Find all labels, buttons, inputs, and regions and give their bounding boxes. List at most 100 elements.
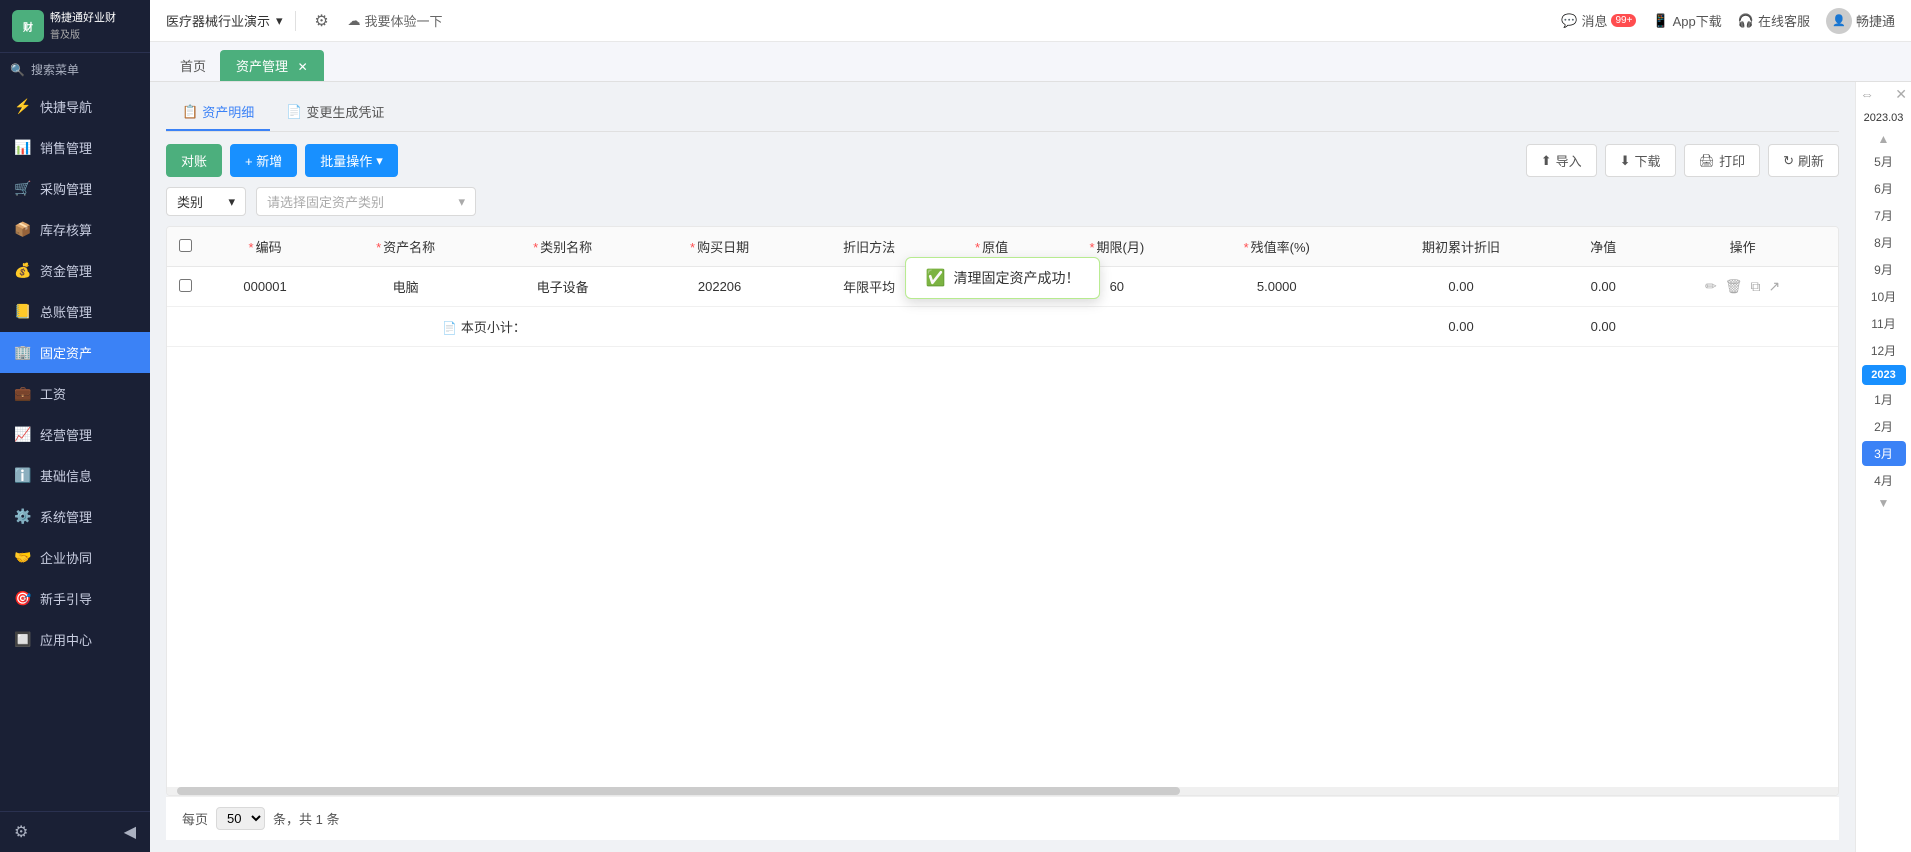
sidebar-item-label: 固定资产	[40, 343, 92, 362]
cell-residual-rate: 5.0000	[1191, 267, 1363, 307]
app-download-button[interactable]: 📱 App下载	[1652, 11, 1721, 30]
col-net-value: 净值	[1559, 227, 1647, 267]
cell-action: ✏ 🗑 ⧉ ↗	[1647, 267, 1838, 307]
edit-icon[interactable]: ✏	[1705, 278, 1717, 295]
right-sidebar: ✕ ⇔ 2023.03 ▲ 5月 6月 7月 8月 9月 10月 11月 12月…	[1855, 82, 1911, 852]
horizontal-scrollbar[interactable]	[167, 787, 1838, 795]
calendar-scroll-down[interactable]: ▼	[1876, 494, 1892, 512]
settings-icon[interactable]: ⚙	[14, 822, 28, 842]
select-all-checkbox[interactable]	[179, 239, 192, 252]
add-new-button[interactable]: + 新增	[230, 144, 297, 177]
search-menu[interactable]: 🔍 搜索菜单	[0, 53, 150, 86]
sidebar-item-funds[interactable]: 💰 资金管理	[0, 250, 150, 291]
category-select[interactable]: 类别 ▾	[166, 187, 246, 216]
sidebar-item-sales[interactable]: 📊 销售管理	[0, 127, 150, 168]
ledger-icon: 📒	[14, 303, 32, 321]
tab-home[interactable]: 首页	[166, 50, 220, 81]
sub-tab-asset-detail[interactable]: 📋 资产明细	[166, 94, 270, 131]
row-checkbox-cell[interactable]	[167, 267, 203, 307]
cell-net-value: 0.00	[1559, 267, 1647, 307]
cal-year-2023[interactable]: 2023	[1862, 365, 1906, 385]
download-btn-icon: ⬇	[1620, 153, 1631, 169]
cell-name: 电脑	[327, 267, 484, 307]
sidebar-item-operations[interactable]: 📈 经营管理	[0, 414, 150, 455]
toolbar: 对账 + 新增 批量操作 ▾ ⬆ 导入 ⬇ 下载 🖨	[166, 144, 1839, 177]
reconcile-button[interactable]: 对账	[166, 144, 222, 177]
select-all-header[interactable]	[167, 227, 203, 267]
cal-month-5[interactable]: 5月	[1862, 149, 1906, 174]
tab-asset-management[interactable]: 资产管理 ✕	[220, 50, 324, 81]
system-icon: ⚙️	[14, 508, 32, 526]
cal-month-4[interactable]: 4月	[1862, 468, 1906, 493]
purchase-icon: 🛒	[14, 180, 32, 198]
online-service-button[interactable]: 🎧 在线客服	[1738, 11, 1810, 30]
sub-tabs: 📋 资产明细 📄 变更生成凭证	[166, 94, 1839, 132]
username: 畅捷通	[1856, 11, 1895, 30]
col-action: 操作	[1647, 227, 1838, 267]
sidebar-item-inventory[interactable]: 📦 库存核算	[0, 209, 150, 250]
cal-month-6[interactable]: 6月	[1862, 176, 1906, 201]
cal-month-9[interactable]: 9月	[1862, 257, 1906, 282]
delete-icon[interactable]: 🗑	[1725, 278, 1743, 295]
message-icon: 💬	[1561, 13, 1577, 29]
app-download-label: App下载	[1673, 11, 1722, 30]
app-name: 畅捷通好业财	[50, 11, 116, 25]
cal-month-3-current[interactable]: 3月	[1862, 441, 1906, 466]
sales-icon: 📊	[14, 139, 32, 157]
settings-button[interactable]: ⚙	[308, 7, 336, 35]
sidebar-item-guide[interactable]: 🎯 新手引导	[0, 578, 150, 619]
cal-month-7[interactable]: 7月	[1862, 203, 1906, 228]
search-menu-label: 搜索菜单	[31, 61, 79, 78]
sidebar-item-quick-nav[interactable]: ⚡ 快捷导航	[0, 86, 150, 127]
table-container: ✅ 清理固定资产成功！ *编码 *资产名称 *类别名称 *购买日期	[166, 226, 1839, 796]
company-selector[interactable]: 医疗器械行业演示 ▾	[166, 11, 283, 30]
per-page-select[interactable]: 50	[216, 807, 265, 830]
subtotal-label: 📄 本页小计：	[327, 307, 641, 347]
category-input-dropdown-icon: ▾	[458, 194, 465, 210]
row-checkbox[interactable]	[179, 279, 192, 292]
subtotal-label-cell	[167, 307, 327, 347]
batch-ops-button[interactable]: 批量操作 ▾	[305, 144, 398, 177]
cloud-icon: ☁	[348, 13, 361, 29]
collapse-icon[interactable]: ◀	[124, 822, 136, 842]
calendar-scroll-up[interactable]: ▲	[1876, 130, 1892, 148]
cal-month-12[interactable]: 12月	[1862, 338, 1906, 363]
main-content: 医疗器械行业演示 ▾ ⚙ ☁ 我要体验一下 💬 消息 99+ 📱 App下载 🎧…	[150, 0, 1911, 852]
cal-month-8[interactable]: 8月	[1862, 230, 1906, 255]
import-label: 导入	[1556, 151, 1582, 170]
sidebar-bottom: ⚙ ◀	[0, 811, 150, 852]
cal-month-10[interactable]: 10月	[1862, 284, 1906, 309]
cal-month-11[interactable]: 11月	[1862, 311, 1906, 336]
message-button[interactable]: 💬 消息 99+	[1561, 11, 1636, 30]
topbar-divider	[295, 11, 296, 31]
tab-close-icon[interactable]: ✕	[298, 60, 308, 74]
cal-month-1[interactable]: 1月	[1862, 387, 1906, 412]
experience-button[interactable]: ☁ 我要体验一下	[348, 11, 443, 30]
import-button[interactable]: ⬆ 导入	[1526, 144, 1597, 177]
scrollbar-thumb[interactable]	[177, 787, 1180, 795]
refresh-button[interactable]: ↻ 刷新	[1768, 144, 1839, 177]
sidebar-item-enterprise[interactable]: 🤝 企业协同	[0, 537, 150, 578]
download-button[interactable]: ⬇ 下载	[1605, 144, 1676, 177]
category-input[interactable]: 请选择固定资产类别 ▾	[256, 187, 476, 216]
more-icon[interactable]: ↗	[1768, 278, 1780, 295]
sidebar-item-label: 系统管理	[40, 507, 92, 526]
right-sidebar-expand-icon[interactable]: ⇔	[1860, 86, 1874, 102]
sidebar-item-basic-info[interactable]: ℹ️ 基础信息	[0, 455, 150, 496]
sidebar-item-purchase[interactable]: 🛒 采购管理	[0, 168, 150, 209]
sidebar-item-system[interactable]: ⚙️ 系统管理	[0, 496, 150, 537]
print-button[interactable]: 🖨 打印	[1684, 144, 1761, 177]
company-dropdown-icon: ▾	[276, 13, 283, 29]
guide-icon: 🎯	[14, 590, 32, 608]
cal-month-2[interactable]: 2月	[1862, 414, 1906, 439]
sidebar-item-fixed-assets[interactable]: 🏢 固定资产	[0, 332, 150, 373]
copy-icon[interactable]: ⧉	[1750, 278, 1760, 295]
sidebar-item-ledger[interactable]: 📒 总账管理	[0, 291, 150, 332]
funds-icon: 💰	[14, 262, 32, 280]
sidebar-item-app-center[interactable]: 🔲 应用中心	[0, 619, 150, 660]
sidebar-item-payroll[interactable]: 💼 工资	[0, 373, 150, 414]
cell-initial-depreciation: 0.00	[1363, 267, 1560, 307]
user-profile[interactable]: 👤 畅捷通	[1826, 8, 1895, 34]
right-sidebar-close-icon[interactable]: ✕	[1895, 86, 1907, 103]
sub-tab-change-voucher[interactable]: 📄 变更生成凭证	[270, 94, 400, 131]
